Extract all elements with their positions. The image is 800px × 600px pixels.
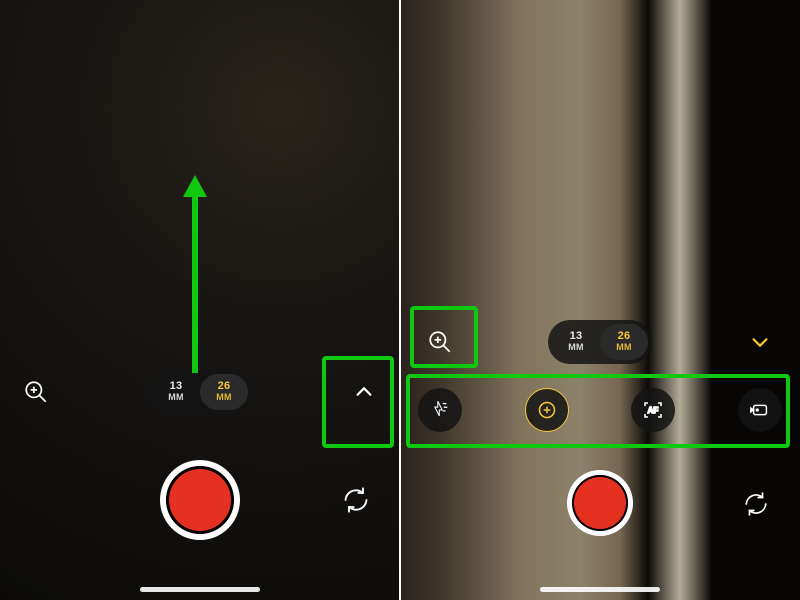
svg-text:AF: AF <box>648 406 659 415</box>
home-indicator[interactable] <box>540 587 660 592</box>
record-shutter-button[interactable] <box>567 470 633 536</box>
flip-camera-button[interactable] <box>334 478 378 522</box>
autofocus-button[interactable]: AF <box>631 388 675 432</box>
flash-button[interactable] <box>418 388 462 432</box>
camera-screen-expanded: 13 MM 26 MM <box>400 0 800 600</box>
focal-length-selector[interactable]: 13 MM 26 MM <box>548 320 652 364</box>
zoom-magnifier-button[interactable] <box>418 320 462 364</box>
focal-26mm[interactable]: 26 MM <box>200 374 248 410</box>
focal-value: 13 <box>170 381 183 392</box>
focal-13mm[interactable]: 13 MM <box>552 324 600 360</box>
focal-length-selector[interactable]: 13 MM 26 MM <box>148 370 252 414</box>
record-shutter-button[interactable] <box>160 460 240 540</box>
action-mode-button[interactable] <box>738 388 782 432</box>
focal-value: 13 <box>570 331 583 342</box>
focal-26mm[interactable]: 26 MM <box>600 324 648 360</box>
exposure-button[interactable] <box>525 388 569 432</box>
pane-divider <box>399 0 401 600</box>
focal-13mm[interactable]: 13 MM <box>152 374 200 410</box>
collapse-options-button[interactable] <box>738 320 782 364</box>
camera-screen-collapsed: 13 MM 26 MM <box>0 0 400 600</box>
focal-unit: MM <box>616 342 632 353</box>
focal-unit: MM <box>168 392 184 403</box>
focal-unit: MM <box>568 342 584 353</box>
home-indicator[interactable] <box>140 587 260 592</box>
flip-camera-button[interactable] <box>734 482 778 526</box>
focal-value: 26 <box>218 381 231 392</box>
focal-value: 26 <box>618 331 631 342</box>
expand-options-button[interactable] <box>342 370 386 414</box>
focal-unit: MM <box>216 392 232 403</box>
zoom-magnifier-button[interactable] <box>14 370 58 414</box>
